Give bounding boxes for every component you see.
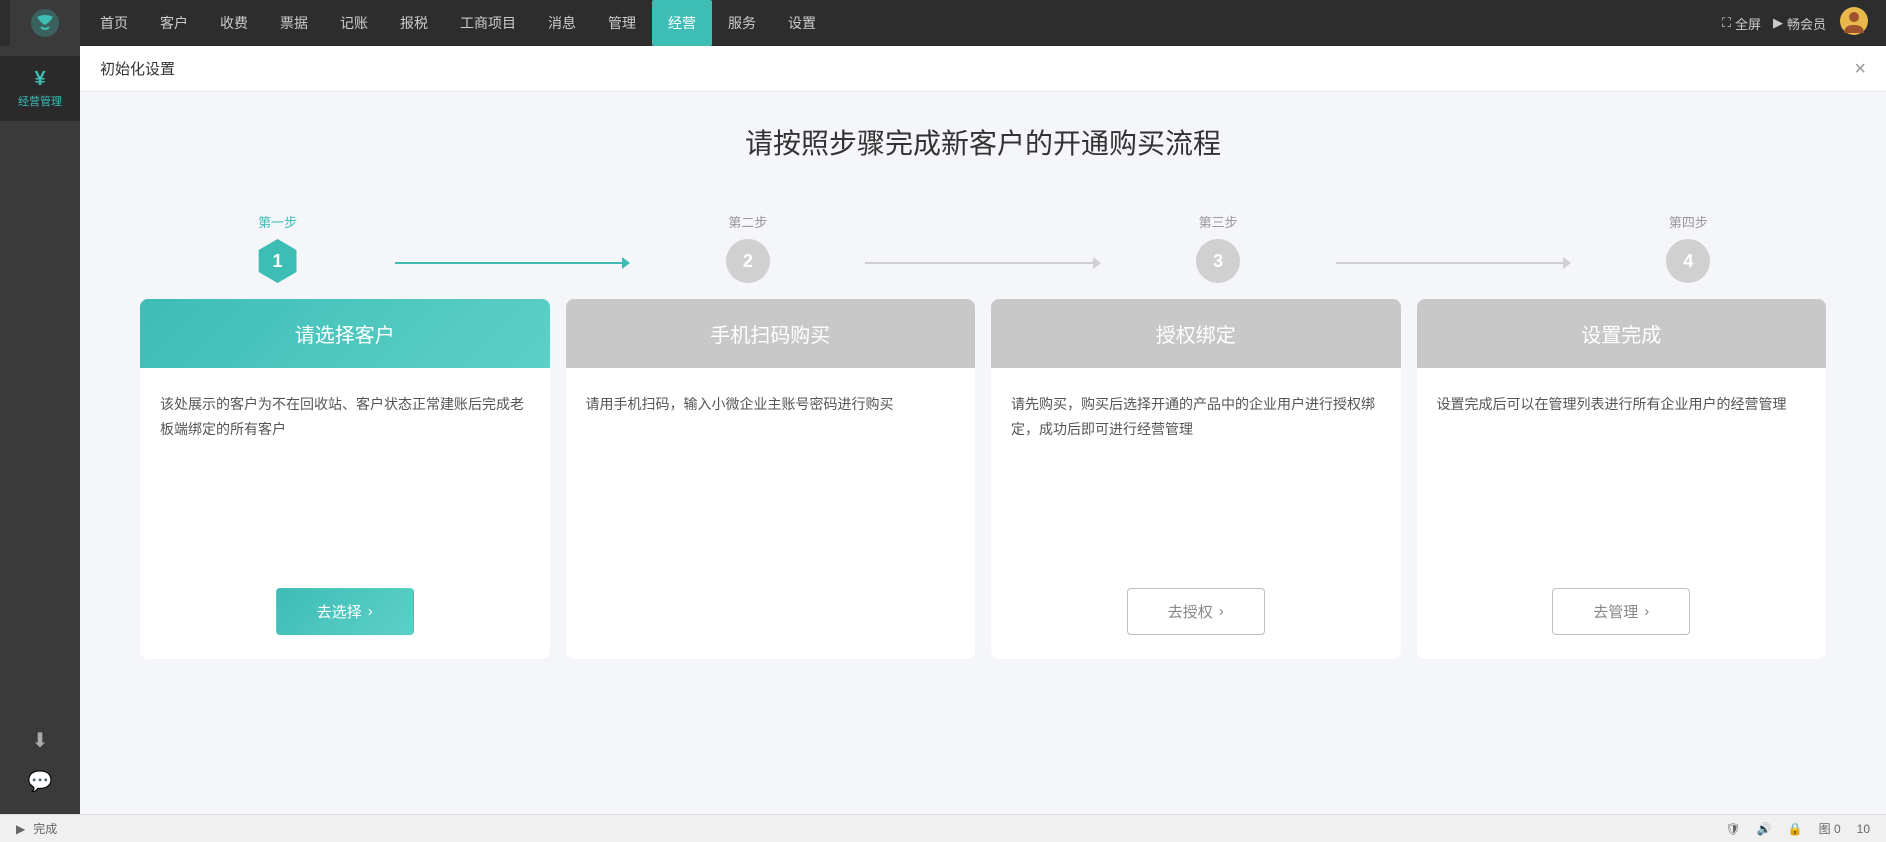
step-card-2-body: 请用手机扫码，输入小微企业主账号密码进行购买 (566, 368, 976, 619)
nav-operation[interactable]: 经营 (652, 0, 712, 46)
user-avatar[interactable] (1838, 5, 1870, 42)
main-content: 请按照步骤完成新客户的开通购买流程 第一步 1 第二步 (80, 92, 1886, 814)
step-card-4-title: 设置完成 (1581, 325, 1661, 347)
volume-status-icon: 🔊 (1757, 822, 1772, 836)
step3-label: 第三步 (1199, 212, 1238, 231)
vip-icon: ▶ (1773, 15, 1783, 31)
yuan-icon: ¥ (34, 68, 45, 91)
page-breadcrumb: 初始化设置 (100, 58, 175, 79)
step-card-2-footer (566, 619, 976, 659)
nav-customer[interactable]: 客户 (144, 0, 204, 46)
step-card-3-body: 请先购买，购买后选择开通的产品中的企业用户进行授权绑定，成功后即可进行经营管理 (991, 368, 1401, 572)
nav-account[interactable]: 记账 (324, 0, 384, 46)
step-group-1: 第一步 1 (160, 212, 395, 283)
nav-business[interactable]: 工商项目 (444, 0, 532, 46)
fullscreen-btn[interactable]: ⛶ 全屏 (1722, 14, 1761, 33)
step4-label: 第四步 (1669, 212, 1708, 231)
steps-progress: 第一步 1 第二步 2 (140, 212, 1826, 283)
step-card-2: 手机扫码购买 请用手机扫码，输入小微企业主账号密码进行购买 (566, 299, 976, 659)
step-card-4: 设置完成 设置完成后可以在管理列表进行所有企业用户的经营管理 去管理 › (1417, 299, 1827, 659)
status-bar-right: 🛡 🔊 🔒 图 0 10 (1725, 820, 1870, 837)
step3-circle: 3 (1196, 239, 1240, 283)
connector-1-2 (395, 257, 630, 269)
step-card-4-footer: 去管理 › (1417, 572, 1827, 659)
nav-home[interactable]: 首页 (84, 0, 144, 46)
step-card-2-header: 手机扫码购买 (566, 299, 976, 368)
step-group-3: 第三步 3 (1101, 212, 1336, 283)
nav-manage[interactable]: 管理 (592, 0, 652, 46)
shield-status-icon: 🛡 (1725, 822, 1740, 836)
content-area: 初始化设置 × 请按照步骤完成新客户的开通购买流程 第一步 1 (80, 46, 1886, 814)
arrow-icon-1: › (368, 603, 373, 620)
manage-btn[interactable]: 去管理 › (1552, 588, 1690, 635)
nav-service[interactable]: 服务 (712, 0, 772, 46)
arrow-icon-3: › (1219, 603, 1224, 620)
connector-3-4 (1336, 257, 1571, 269)
app-logo (10, 0, 80, 46)
authorize-btn[interactable]: 去授权 › (1127, 588, 1265, 635)
step-card-3: 授权绑定 请先购买，购买后选择开通的产品中的企业用户进行授权绑定，成功后即可进行… (991, 299, 1401, 659)
step-card-2-title: 手机扫码购买 (710, 325, 830, 347)
step2-circle: 2 (726, 239, 770, 283)
nav-tax[interactable]: 报税 (384, 0, 444, 46)
support-btn[interactable]: 💬 (28, 769, 53, 794)
step-card-1-title: 请选择客户 (295, 325, 395, 347)
nav-bill[interactable]: 票据 (264, 0, 324, 46)
step-group-4: 第四步 4 (1571, 212, 1806, 283)
step-cards: 请选择客户 该处展示的客户为不在回收站、客户状态正常建账后完成老板端绑定的所有客… (140, 299, 1826, 659)
step1-label: 第一步 (258, 212, 297, 231)
sidebar: ¥ 经营管理 ⬇ 💬 (0, 46, 80, 814)
clock-status: 10 (1857, 822, 1870, 836)
sidebar-bottom: ⬇ 💬 (28, 728, 53, 814)
arrow-icon-4: › (1644, 603, 1649, 620)
network-status: 图 0 (1819, 820, 1841, 837)
fullscreen-icon: ⛶ (1722, 15, 1731, 31)
select-customer-btn[interactable]: 去选择 › (276, 588, 414, 635)
close-button[interactable]: × (1854, 59, 1866, 79)
step2-label: 第二步 (728, 212, 767, 231)
step-card-1-footer: 去选择 › (140, 572, 550, 659)
top-navigation: 首页 客户 收费 票据 记账 报税 工商项目 消息 管理 经营 服务 设置 ⛶ … (0, 0, 1886, 46)
connector-2-3 (865, 257, 1100, 269)
step-card-4-body: 设置完成后可以在管理列表进行所有企业用户的经营管理 (1417, 368, 1827, 572)
step-card-1: 请选择客户 该处展示的客户为不在回收站、客户状态正常建账后完成老板端绑定的所有客… (140, 299, 550, 659)
sidebar-item-operation[interactable]: ¥ 经营管理 (0, 56, 80, 121)
page-title: 请按照步骤完成新客户的开通购买流程 (140, 122, 1826, 162)
main-layout: ¥ 经营管理 ⬇ 💬 初始化设置 × 请按照步骤完成新客户的开通购买流程 第一步… (0, 46, 1886, 814)
step-group-2: 第二步 2 (630, 212, 865, 283)
step-card-3-footer: 去授权 › (991, 572, 1401, 659)
play-icon: ▶ (16, 822, 25, 836)
nav-right-actions: ⛶ 全屏 ▶ 畅会员 (1722, 5, 1886, 42)
content-header: 初始化设置 × (80, 46, 1886, 92)
lock-status-icon: 🔒 (1788, 822, 1803, 836)
step-card-3-header: 授权绑定 (991, 299, 1401, 368)
vip-btn[interactable]: ▶ 畅会员 (1773, 14, 1826, 33)
status-text: 完成 (33, 820, 57, 837)
nav-settings[interactable]: 设置 (772, 0, 832, 46)
step4-circle: 4 (1666, 239, 1710, 283)
step-card-1-body: 该处展示的客户为不在回收站、客户状态正常建账后完成老板端绑定的所有客户 (140, 368, 550, 572)
step1-circle: 1 (256, 239, 300, 283)
nav-message[interactable]: 消息 (532, 0, 592, 46)
status-bar: ▶ 完成 🛡 🔊 🔒 图 0 10 (0, 814, 1886, 842)
download-btn[interactable]: ⬇ (32, 728, 49, 753)
step-card-4-header: 设置完成 (1417, 299, 1827, 368)
nav-charge[interactable]: 收费 (204, 0, 264, 46)
step-card-1-header: 请选择客户 (140, 299, 550, 368)
step-card-3-title: 授权绑定 (1156, 325, 1236, 347)
